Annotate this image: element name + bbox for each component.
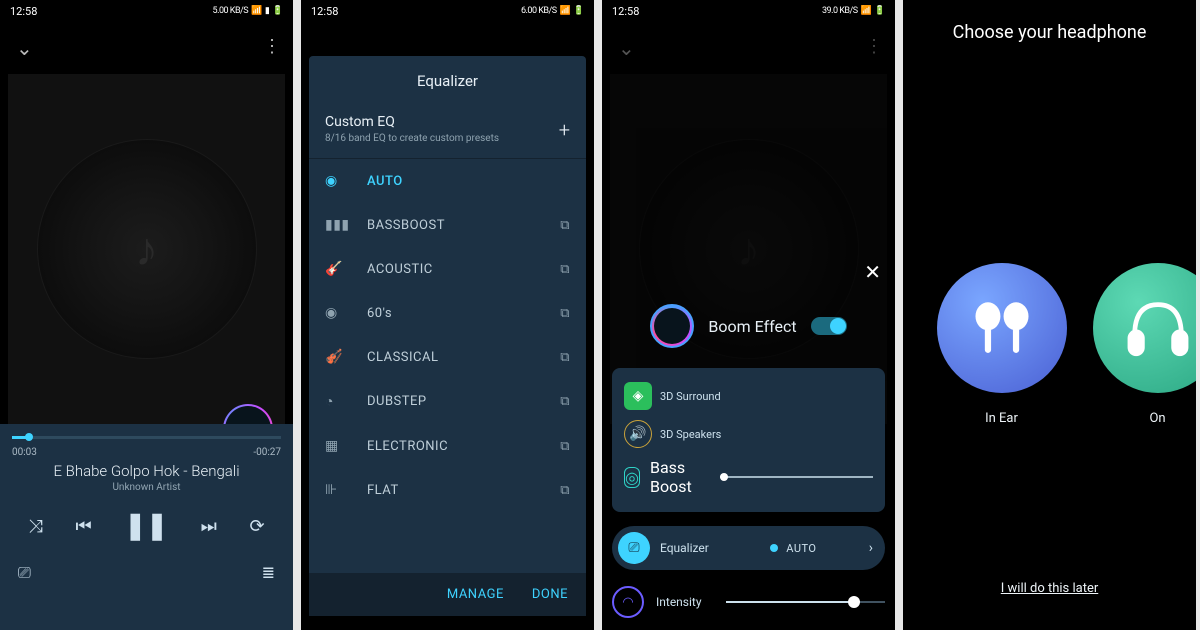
equalizer-row[interactable]: ⎚ Equalizer AUTO › (612, 526, 885, 570)
earbud-icon (937, 263, 1067, 393)
repeat-icon[interactable]: ⟳ (250, 516, 265, 537)
preset-item[interactable]: 🎻 CLASSICAL ⧉ (309, 335, 586, 379)
chevron-right-icon: › (869, 540, 873, 556)
more-menu-icon[interactable]: ⋮ (263, 36, 279, 57)
preset-item[interactable]: ▮▮▮ BASSBOOST ⧉ (309, 203, 586, 247)
option-in-ear[interactable]: In Ear (937, 263, 1067, 426)
preset-item[interactable]: ◉ 60's ⧉ (309, 291, 586, 335)
preset-list: ◉ AUTO ▮▮▮ BASSBOOST ⧉ 🎸 ACOUSTIC ⧉ ◉ 60… (309, 159, 586, 573)
boom-panel: ✕ Boom Effect ◈ 3D Surround 🔊 3D Speaker… (602, 290, 895, 630)
auto-icon: ◉ (325, 173, 349, 189)
collapse-icon[interactable]: ⌄ (0, 22, 293, 74)
copy-icon[interactable]: ⧉ (560, 218, 570, 233)
auto-dot-icon (770, 544, 778, 552)
tile-3d-speakers[interactable]: 🔊 3D Speakers (624, 420, 748, 448)
battery-icon: 🔋 (272, 6, 283, 16)
preset-item[interactable]: ▦ ELECTRONIC ⧉ (309, 424, 586, 468)
sliders-icon: ⎚ (618, 532, 650, 564)
acoustic-icon: 🎸 (325, 261, 349, 277)
track-artist: Unknown Artist (12, 482, 281, 493)
bass-icon: ◎ (624, 467, 640, 488)
custom-eq-row[interactable]: Custom EQ 8/16 band EQ to create custom … (309, 104, 586, 159)
manage-button[interactable]: MANAGE (447, 587, 504, 602)
done-button[interactable]: DONE (532, 587, 568, 602)
flat-icon: ⊪ (325, 482, 349, 498)
electronic-icon: ▦ (325, 438, 349, 454)
music-note-icon: ♪ (135, 222, 158, 277)
playlist-icon[interactable]: ≣ (262, 563, 275, 583)
sheet-actions: MANAGE DONE (309, 573, 586, 616)
copy-icon[interactable]: ⧉ (560, 483, 570, 498)
signal-icon: ▮ (265, 6, 269, 16)
bass-slider[interactable] (720, 476, 873, 478)
option-on-ear[interactable]: On (1093, 263, 1197, 426)
sliders-icon[interactable]: ⎚ (18, 563, 31, 583)
time-elapsed: 00:03 (12, 447, 37, 458)
boom-logo-icon (650, 304, 694, 348)
boom-title: Boom Effect (708, 317, 796, 336)
next-icon[interactable]: ⏭ (201, 516, 217, 537)
cube-icon: ◈ (624, 382, 652, 410)
copy-icon[interactable]: ⧉ (560, 262, 570, 277)
shuffle-icon[interactable]: ⤨ (28, 516, 42, 537)
intensity-slider[interactable] (726, 601, 885, 603)
bassboost-icon: ▮▮▮ (325, 217, 349, 233)
equalizer-sheet: Equalizer Custom EQ 8/16 band EQ to crea… (309, 56, 586, 616)
music-note-icon: ♪ (737, 222, 760, 277)
sixties-icon: ◉ (325, 305, 349, 321)
previous-icon[interactable]: ⏮ (75, 516, 91, 537)
more-menu-icon[interactable]: ⋮ (865, 36, 881, 57)
preset-item[interactable]: ◔ DUBSTEP ⧉ (309, 379, 586, 424)
pause-icon[interactable]: ❚❚ (124, 511, 168, 541)
sheet-title: Equalizer (309, 56, 586, 104)
copy-icon[interactable]: ⧉ (560, 306, 570, 321)
track-title: E Bhabe Golpo Hok - Bengali (12, 462, 281, 480)
intensity-row: ◠ Intensity (612, 586, 885, 618)
player-controls: 00:03 -00:27 E Bhabe Golpo Hok - Bengali… (0, 424, 293, 630)
skip-link[interactable]: I will do this later (903, 581, 1196, 596)
classical-icon: 🎻 (325, 349, 349, 365)
add-preset-icon[interactable]: + (559, 118, 570, 142)
album-art: ♪ ◐ (8, 74, 285, 424)
seek-bar[interactable] (12, 436, 281, 439)
effect-tiles: ◈ 3D Surround 🔊 3D Speakers ◎ Bass Boost (612, 368, 885, 512)
page-title: Choose your headphone (903, 0, 1196, 53)
dubstep-icon: ◔ (325, 393, 349, 410)
preset-item[interactable]: 🎸 ACOUSTIC ⧉ (309, 247, 586, 291)
status-bar: 12:58 39.0 KB/S📶🔋 (602, 0, 895, 22)
boom-toggle[interactable] (811, 317, 847, 335)
intensity-icon: ◠ (612, 586, 644, 618)
preset-item[interactable]: ◉ AUTO (309, 159, 586, 203)
close-icon[interactable]: ✕ (864, 260, 881, 284)
tile-bass-boost[interactable]: ◎ Bass Boost (624, 458, 873, 496)
copy-icon[interactable]: ⧉ (560, 439, 570, 454)
tile-3d-surround[interactable]: ◈ 3D Surround (624, 382, 748, 410)
status-bar: 12:58 6.00 KB/S📶🔋 (301, 0, 594, 22)
clock: 12:58 (10, 5, 37, 18)
time-remaining: -00:27 (253, 447, 281, 458)
preset-item[interactable]: ⊪ FLAT ⧉ (309, 468, 586, 512)
collapse-icon[interactable]: ⌄ (602, 22, 895, 74)
copy-icon[interactable]: ⧉ (560, 350, 570, 365)
status-bar: 12:58 5.00 KB/S📶▮🔋 (0, 0, 293, 22)
wifi-icon: 📶 (251, 6, 262, 16)
speaker-icon: 🔊 (624, 420, 652, 448)
copy-icon[interactable]: ⧉ (560, 394, 570, 409)
headphone-icon (1093, 263, 1197, 393)
